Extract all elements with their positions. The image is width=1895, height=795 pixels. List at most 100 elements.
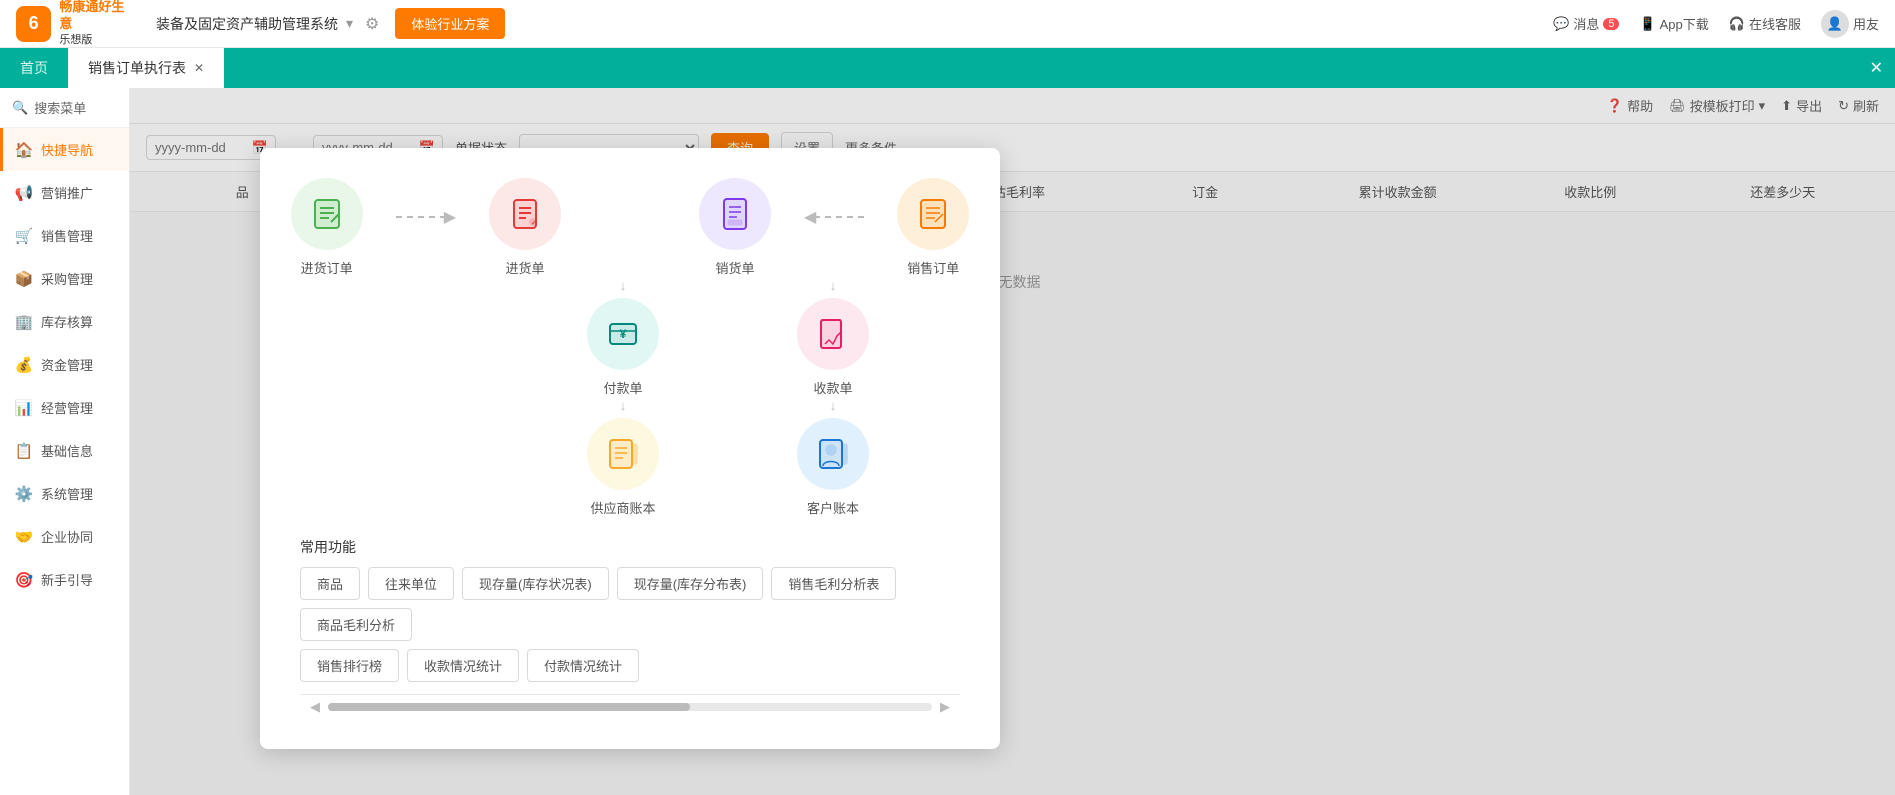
sidebar-item-beginner[interactable]: 🎯 新手引导 xyxy=(0,558,129,601)
customer-ledger-circle[interactable] xyxy=(797,418,869,490)
customer-ledger-label: 客户账本 xyxy=(807,498,859,517)
sales-label: 销售管理 xyxy=(41,226,93,245)
message-icon: 💬 xyxy=(1553,16,1569,32)
svg-text:¥: ¥ xyxy=(620,327,627,341)
enterprise-icon: 🤝 xyxy=(15,528,33,546)
func-btn-goods[interactable]: 商品 xyxy=(300,567,360,600)
sidebar-item-operation[interactable]: 📊 经营管理 xyxy=(0,386,129,429)
finance-label: 资金管理 xyxy=(41,355,93,374)
sidebar-item-enterprise[interactable]: 🤝 企业协同 xyxy=(0,515,129,558)
app-download-item[interactable]: 📱 App下载 xyxy=(1639,14,1708,33)
sales-icon: 🛒 xyxy=(15,227,33,245)
func-buttons-row2: 销售排行榜 收款情况统计 付款情况统计 xyxy=(300,649,960,682)
marketing-icon: 📢 xyxy=(15,184,33,202)
message-label: 消息 xyxy=(1573,14,1599,33)
sales-bill-circle[interactable] xyxy=(699,178,771,250)
quick-nav-icon: 🏠 xyxy=(15,141,33,159)
receipt-bill-label: 收款单 xyxy=(813,378,852,397)
common-functions-title: 常用功能 xyxy=(300,537,960,557)
operation-label: 经营管理 xyxy=(41,398,93,417)
sidebar-item-finance[interactable]: 💰 资金管理 xyxy=(0,343,129,386)
flow-row-2: ¥ 付款单 xyxy=(362,298,898,397)
func-btn-receipt-stats[interactable]: 收款情况统计 xyxy=(407,649,519,682)
supplier-ledger-circle[interactable] xyxy=(587,418,659,490)
sidebar-item-system[interactable]: ⚙️ 系统管理 xyxy=(0,472,129,515)
system-dropdown-icon[interactable]: ▾ xyxy=(346,15,353,32)
sidebar-item-purchase[interactable]: 📦 采购管理 xyxy=(0,257,129,300)
message-badge: 5 xyxy=(1603,18,1619,30)
scroll-track[interactable] xyxy=(328,703,932,711)
marketing-label: 营销推广 xyxy=(41,183,93,202)
message-item[interactable]: 💬 消息 5 xyxy=(1553,14,1619,33)
avatar: 👤 xyxy=(1821,10,1849,38)
sales-order-circle[interactable] xyxy=(897,178,969,250)
receipt-bill-circle[interactable] xyxy=(797,298,869,370)
func-btn-stock-status[interactable]: 现存量(库存状况表) xyxy=(462,567,609,600)
sales-bill-label: 销货单 xyxy=(715,258,754,277)
enterprise-label: 企业协同 xyxy=(41,527,93,546)
sidebar-item-basic-info[interactable]: 📋 基础信息 xyxy=(0,429,129,472)
flow-row-1: 进货订单 ▶ xyxy=(262,178,999,277)
sales-order-node: 销售订单 xyxy=(868,178,998,277)
finance-icon: 💰 xyxy=(15,356,33,374)
settings-icon[interactable]: ⚙ xyxy=(365,14,379,34)
scroll-bar-area: ◀ ▶ xyxy=(300,694,960,719)
arrow-so-to-sb: ◀ xyxy=(800,207,868,227)
func-btn-sales-gross[interactable]: 销售毛利分析表 xyxy=(771,567,896,600)
top-header: 6 畅康通好生意 乐想版 装备及固定资产辅助管理系统 ▾ ⚙ 体验行业方案 💬 … xyxy=(0,0,1895,48)
func-btn-payment-stats[interactable]: 付款情况统计 xyxy=(527,649,639,682)
purchase-bill-circle[interactable]: ✓ xyxy=(489,178,561,250)
supplier-ledger-node: 供应商账本 xyxy=(558,418,688,517)
purchase-label: 采购管理 xyxy=(41,269,93,288)
sidebar-item-sales[interactable]: 🛒 销售管理 xyxy=(0,214,129,257)
mobile-icon: 📱 xyxy=(1639,16,1655,32)
v-arrows-row: ↓ ↓ xyxy=(362,279,898,292)
logo-area: 6 畅康通好生意 乐想版 xyxy=(16,0,136,48)
close-tab-icon[interactable]: ✕ xyxy=(194,61,204,75)
sidebar-item-inventory[interactable]: 🏢 库存核算 xyxy=(0,300,129,343)
trial-button[interactable]: 体验行业方案 xyxy=(395,8,505,39)
purchase-bill-node: ✓ 进货单 xyxy=(460,178,590,277)
sidebar-item-quick-nav[interactable]: 🏠 快捷导航 xyxy=(0,128,129,171)
online-service-item[interactable]: 🎧 在线客服 xyxy=(1729,14,1801,33)
brand-main: 畅康通好生意 xyxy=(59,0,136,33)
quick-nav-label: 快捷导航 xyxy=(41,140,93,159)
purchase-order-circle[interactable] xyxy=(291,178,363,250)
sidebar: 🔍 搜索菜单 🏠 快捷导航 📢 营销推广 🛒 销售管理 📦 采购管理 🏢 xyxy=(0,88,130,795)
search-menu[interactable]: 🔍 搜索菜单 xyxy=(0,88,129,128)
scroll-right-icon[interactable]: ▶ xyxy=(940,699,950,715)
v2-spacer2 xyxy=(492,399,558,412)
popup-card: 进货订单 ▶ xyxy=(260,148,1000,749)
sales-bill-node: 销货单 xyxy=(670,178,800,277)
payment-bill-circle[interactable]: ¥ xyxy=(587,298,659,370)
logo-icon: 6 xyxy=(16,6,51,42)
v-arrow-pmt: ↓ xyxy=(558,399,688,412)
flow-row-3: 供应商账本 xyxy=(362,418,898,517)
func-btn-sales-rank[interactable]: 销售排行榜 xyxy=(300,649,399,682)
sidebar-nav: 🏠 快捷导航 📢 营销推广 🛒 销售管理 📦 采购管理 🏢 库存核算 💰 xyxy=(0,128,129,795)
sidebar-item-marketing[interactable]: 📢 营销推广 xyxy=(0,171,129,214)
app-download-label: App下载 xyxy=(1660,14,1709,33)
scroll-left-icon[interactable]: ◀ xyxy=(310,699,320,715)
payment-bill-label: 付款单 xyxy=(603,378,642,397)
func-btn-contacts[interactable]: 往来单位 xyxy=(368,567,454,600)
main-layout: 🔍 搜索菜单 🏠 快捷导航 📢 营销推广 🛒 销售管理 📦 采购管理 🏢 xyxy=(0,88,1895,795)
customer-ledger-node: 客户账本 xyxy=(768,418,898,517)
system-title-text: 装备及固定资产辅助管理系统 xyxy=(156,14,338,34)
func-btn-stock-dist[interactable]: 现存量(库存分布表) xyxy=(617,567,764,600)
inventory-label: 库存核算 xyxy=(41,312,93,331)
func-btn-goods-gross[interactable]: 商品毛利分析 xyxy=(300,608,412,641)
search-icon: 🔍 xyxy=(12,100,28,116)
v-arrow-sb: ↓ xyxy=(768,279,898,292)
supplier-ledger-label: 供应商账本 xyxy=(590,498,655,517)
scroll-thumb xyxy=(328,703,690,711)
tab-home-label: 首页 xyxy=(20,58,48,78)
inventory-icon: 🏢 xyxy=(15,313,33,331)
online-service-label: 在线客服 xyxy=(1749,14,1801,33)
user-item[interactable]: 👤 用友 xyxy=(1821,10,1879,38)
close-all-tabs-icon[interactable]: ✕ xyxy=(1870,58,1883,78)
logo-text: 畅康通好生意 乐想版 xyxy=(59,0,136,48)
tab-home[interactable]: 首页 xyxy=(0,48,68,88)
system-title: 装备及固定资产辅助管理系统 ▾ ⚙ xyxy=(156,14,379,34)
tab-sales-order[interactable]: 销售订单执行表 ✕ xyxy=(68,48,224,88)
